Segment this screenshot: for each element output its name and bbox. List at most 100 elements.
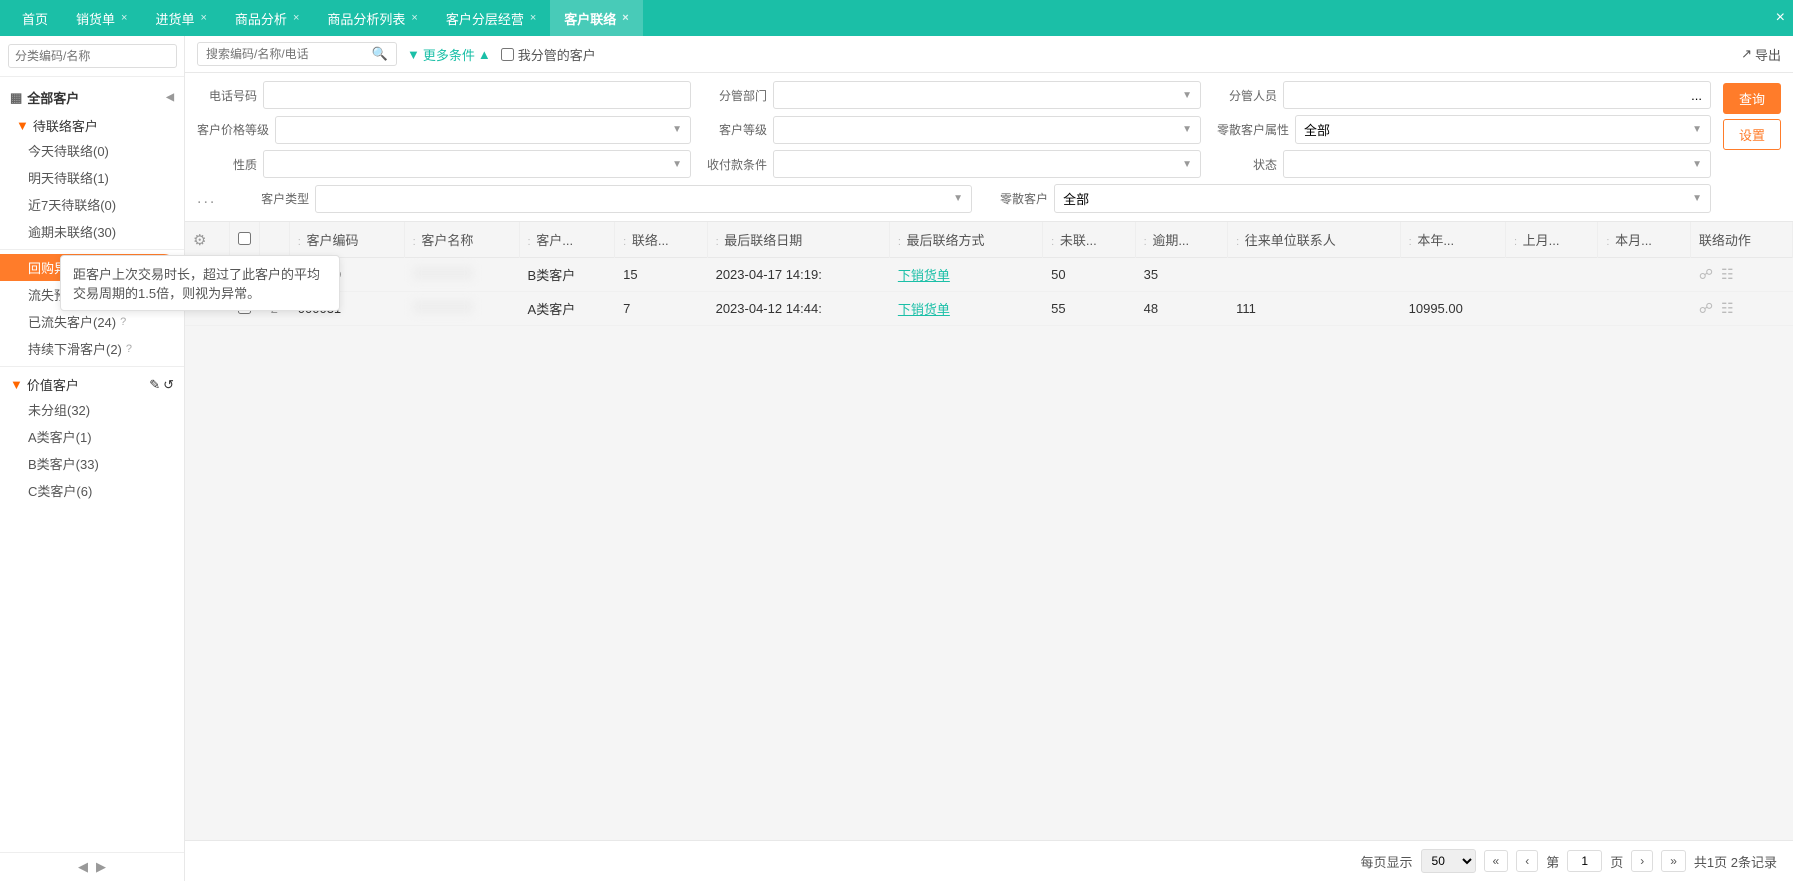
pagination-bar: 每页显示 50 20 100 « ‹ 第 页 › » 共1页 2条记录 [185, 840, 1793, 881]
page-num-input[interactable] [1567, 850, 1602, 872]
tab-purchase[interactable]: 进货单 × [141, 0, 220, 36]
close-goods-analysis-tab[interactable]: × [293, 12, 299, 24]
th-overdue[interactable]: : 逾期... [1135, 222, 1227, 258]
sidebar-left-arrow[interactable]: ◀ [78, 859, 88, 875]
search-icon[interactable]: 🔍 [372, 46, 388, 62]
close-segment-tab[interactable]: × [530, 12, 536, 24]
customer-level-select[interactable]: ▼ [773, 116, 1201, 144]
sidebar-search-input[interactable] [8, 44, 177, 68]
sidebar-pending-section[interactable]: ▼ 待联络客户 [0, 112, 184, 137]
sidebar-bottom[interactable]: ◀ ▶ [0, 852, 184, 881]
query-button[interactable]: 查询 [1723, 83, 1781, 114]
sidebar-item-overdue[interactable]: 逾期未联络(30) [0, 218, 184, 245]
sidebar-all-customers[interactable]: ▦ 全部客户 ◀ [0, 83, 184, 112]
total-label: 共1页 2条记录 [1694, 852, 1777, 871]
tab-goods-analysis-list[interactable]: 商品分析列表 × [313, 0, 431, 36]
help-icon-persist[interactable]: ? [126, 343, 132, 355]
th-pending[interactable]: : 未联... [1043, 222, 1135, 258]
th-last-contact-way[interactable]: : 最后联络方式 [889, 222, 1042, 258]
sidebar-item-7days[interactable]: 近7天待联络(0) [0, 191, 184, 218]
status-select[interactable]: ▼ [1283, 150, 1711, 178]
sidebar-right-arrow[interactable]: ▶ [96, 859, 106, 875]
filter-bar: 🔍 ▼ 更多条件 ▲ 我分管的客户 ↗ 导出 [185, 36, 1793, 73]
settings-gear-icon[interactable]: ⚙ [193, 232, 206, 249]
th-settings[interactable]: ⚙ [185, 222, 229, 258]
help-icon-already-lost[interactable]: ? [120, 316, 126, 328]
close-sales-tab[interactable]: × [121, 12, 127, 24]
retail-property-select[interactable]: 全部 ▼ [1295, 115, 1711, 144]
close-all-tabs[interactable]: × [1776, 9, 1785, 27]
row1-grid-icon[interactable]: ☷ [1721, 266, 1734, 283]
th-last-month[interactable]: : 上月... [1505, 222, 1597, 258]
th-name[interactable]: : 客户名称 [404, 222, 519, 258]
row1-name [404, 258, 519, 292]
payment-terms-select[interactable]: ▼ [773, 150, 1201, 178]
sidebar-value-section[interactable]: ▼ 价值客户 ✎ ↺ [0, 371, 184, 396]
close-goods-list-tab[interactable]: × [411, 12, 417, 24]
my-customers-check[interactable] [501, 48, 514, 61]
row2-link-icon[interactable]: ☍ [1699, 300, 1713, 317]
th-checkbox[interactable] [229, 222, 259, 258]
th-contacts[interactable]: : 联络... [615, 222, 707, 258]
table-row: 2 000031 A类客户 7 2023-04-12 14:44: 下销货单 5… [185, 292, 1793, 326]
sidebar-item-unclassified[interactable]: 未分组(32) [0, 396, 184, 423]
row1-this-year [1400, 258, 1505, 292]
close-purchase-tab[interactable]: × [200, 12, 206, 24]
department-select[interactable]: ▼ [773, 81, 1201, 109]
prev-page-btn[interactable]: ‹ [1516, 850, 1538, 872]
phone-input[interactable] [263, 81, 691, 109]
sidebar-item-tomorrow[interactable]: 明天待联络(1) [0, 164, 184, 191]
tab-customer-contact[interactable]: 客户联络 × [550, 0, 642, 36]
gender-select[interactable]: ▼ [263, 150, 691, 178]
th-this-month[interactable]: : 本月... [1598, 222, 1690, 258]
edit-icon[interactable]: ✎ [149, 377, 160, 393]
th-this-year[interactable]: : 本年... [1400, 222, 1505, 258]
per-page-select[interactable]: 50 20 100 [1421, 849, 1476, 873]
last-page-btn[interactable]: » [1661, 850, 1686, 872]
export-icon: ↗ [1741, 46, 1752, 62]
sidebar-item-class-c[interactable]: C类客户(6) [0, 477, 184, 504]
department-label: 分管部门 [707, 87, 767, 104]
th-last-contact-date[interactable]: : 最后联络日期 [707, 222, 889, 258]
row1-link-icon[interactable]: ☍ [1699, 266, 1713, 283]
th-code[interactable]: : 客户编码 [289, 222, 404, 258]
price-level-select[interactable]: ▼ [275, 116, 691, 144]
sidebar-item-already-lost[interactable]: 已流失客户(24) ? [0, 308, 184, 335]
sidebar-item-class-b[interactable]: B类客户(33) [0, 450, 184, 477]
price-level-label: 客户价格等级 [197, 121, 269, 138]
first-page-btn[interactable]: « [1484, 850, 1509, 872]
sidebar-item-today[interactable]: 今天待联络(0) [0, 137, 184, 164]
export-button[interactable]: ↗ 导出 [1741, 45, 1781, 64]
sidebar-item-persist-decline[interactable]: 持续下滑客户(2) ? [0, 335, 184, 362]
row2-last-contact-way[interactable]: 下销货单 [889, 292, 1042, 326]
row1-last-contact-date: 2023-04-17 14:19: [707, 258, 889, 292]
collapse-icon[interactable]: ◀ [166, 92, 174, 103]
select-all-checkbox[interactable] [238, 232, 251, 245]
type-down-icon: ▼ [953, 193, 963, 204]
filter-ellipsis[interactable]: ... [197, 190, 216, 208]
settings-button[interactable]: 设置 [1723, 119, 1781, 150]
row1-contacts: 15 [615, 258, 707, 292]
refresh-icon[interactable]: ↺ [163, 377, 174, 393]
table-container[interactable]: ⚙ : 客户编码 : 客户名称 : 客户... [185, 222, 1793, 840]
tab-customer-segment[interactable]: 客户分层经营 × [432, 0, 550, 36]
tab-sales[interactable]: 销货单 × [62, 0, 141, 36]
row2-this-month [1598, 292, 1690, 326]
tab-goods-analysis[interactable]: 商品分析 × [221, 0, 313, 36]
more-conditions-btn[interactable]: ▼ 更多条件 ▲ [407, 45, 491, 64]
row1-pending: 50 [1043, 258, 1135, 292]
th-related-person[interactable]: : 往来单位联系人 [1228, 222, 1401, 258]
row2-grid-icon[interactable]: ☷ [1721, 300, 1734, 317]
my-customers-checkbox[interactable]: 我分管的客户 [501, 45, 596, 64]
customer-search-input[interactable] [206, 47, 372, 61]
tab-home[interactable]: 首页 [8, 0, 62, 36]
th-level[interactable]: : 客户... [519, 222, 615, 258]
row1-last-contact-way[interactable]: 下销货单 [889, 258, 1042, 292]
sidebar-item-class-a[interactable]: A类客户(1) [0, 423, 184, 450]
next-page-btn[interactable]: › [1631, 850, 1653, 872]
close-contact-tab[interactable]: × [622, 12, 628, 24]
th-num [259, 222, 289, 258]
retail-customer-select[interactable]: 全部 ▼ [1054, 184, 1711, 213]
manager-select[interactable]: ... [1283, 81, 1711, 109]
customer-type-select[interactable]: ▼ [315, 185, 972, 213]
